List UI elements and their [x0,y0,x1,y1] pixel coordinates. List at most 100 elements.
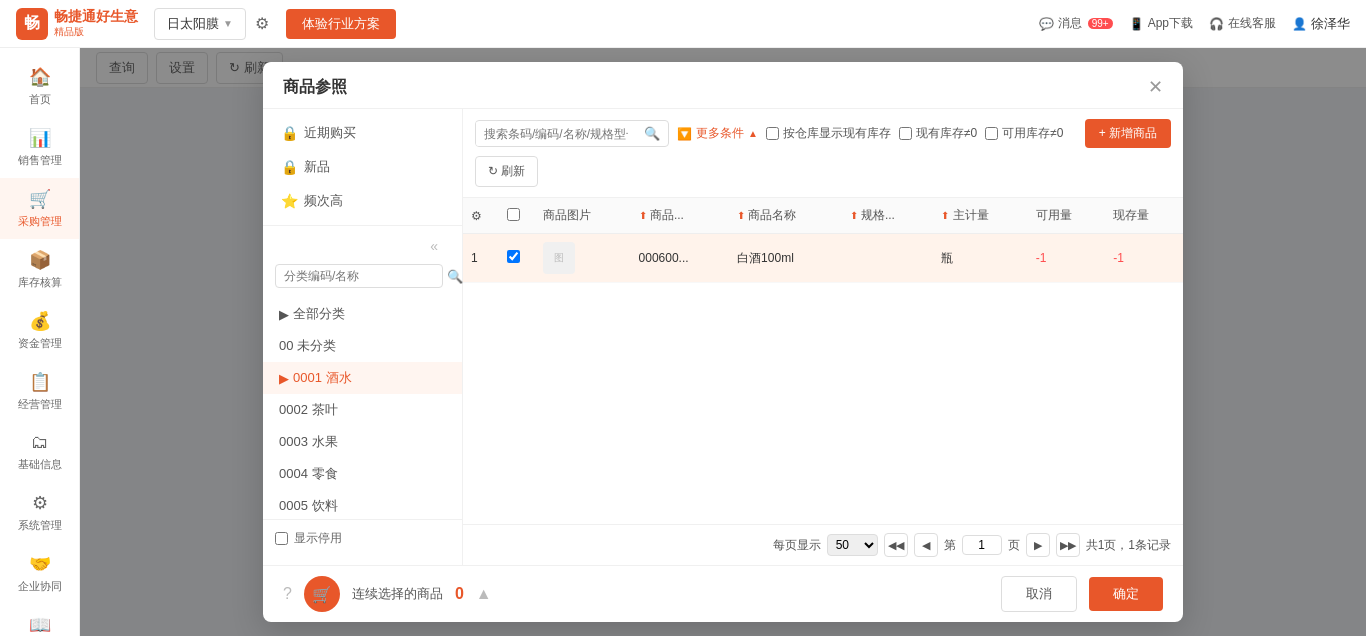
sort-code-icon[interactable]: ⬆ [639,210,647,221]
sidebar-item-finance[interactable]: 💰 资金管理 [0,300,79,361]
left-tab-frequent-label: 频次高 [304,192,343,210]
category-item-0002[interactable]: 0002 茶叶 [263,394,462,426]
category-item-00[interactable]: 00 未分类 [263,330,462,362]
logo-sub: 精品版 [54,25,138,39]
topbar-right: 💬 消息 99+ 📱 App下载 🎧 在线客服 👤 徐泽华 [1039,15,1350,33]
filter-more-button[interactable]: 🔽 更多条件 ▲ [677,125,758,142]
confirm-button[interactable]: 确定 [1089,577,1163,611]
nav-dropdown[interactable]: 日太阳膜 ▼ [154,8,246,40]
purchase-icon: 🛒 [29,188,51,210]
sidebar-item-collab[interactable]: 🤝 企业协同 [0,543,79,604]
page-number-input[interactable] [962,535,1002,555]
collapse-left-button[interactable]: « [422,234,446,258]
refresh-product-button[interactable]: ↻ 刷新 [475,156,538,187]
available-nonzero-checkbox[interactable] [985,127,998,140]
mobile-icon: 📱 [1129,17,1144,31]
row-spec [842,234,934,283]
footer-collapse-icon[interactable]: ▲ [476,585,492,603]
stock-nonzero-label: 现有库存≠0 [916,125,977,142]
pagination: 每页显示 50 10 20 100 ◀◀ ◀ 第 页 [463,524,1183,565]
category-item-all[interactable]: ▶ 全部分类 [263,298,462,330]
sidebar: 🏠 首页 📊 销售管理 🛒 采购管理 📦 库存核算 💰 资金管理 📋 经营管理 … [0,48,80,636]
sidebar-item-operations[interactable]: 📋 经营管理 [0,361,79,422]
sidebar-item-system[interactable]: ⚙ 系统管理 [0,482,79,543]
checkbox-stock-nonzero: 现有库存≠0 [899,125,977,142]
left-divider [263,225,462,226]
guide-icon: 📖 [29,614,51,636]
sidebar-item-sales[interactable]: 📊 销售管理 [0,117,79,178]
left-tab-frequent[interactable]: ⭐ 频次高 [271,185,454,217]
category-list: ▶ 全部分类 00 未分类 ▶ 0001 酒水 0002 茶 [263,294,462,519]
settings-icon[interactable]: ⚙ [246,8,278,40]
logo-icon: 畅 [16,8,48,40]
system-icon: ⚙ [32,492,48,514]
warehouse-checkbox[interactable] [766,127,779,140]
product-search-input[interactable] [476,122,636,146]
col-settings-icon[interactable]: ⚙ [471,209,482,223]
sales-icon: 📊 [29,127,51,149]
sidebar-item-purchase[interactable]: 🛒 采购管理 [0,178,79,239]
col-code: ⬆ 商品... [631,198,730,234]
show-disabled-checkbox[interactable] [275,532,288,545]
add-product-button[interactable]: + 新增商品 [1085,119,1171,148]
category-search-icon[interactable]: 🔍 [447,269,463,284]
message-group[interactable]: 💬 消息 99+ [1039,15,1113,32]
category-item-0001[interactable]: ▶ 0001 酒水 [263,362,462,394]
stock-nonzero-checkbox[interactable] [899,127,912,140]
prev-page-button[interactable]: ◀ [914,533,938,557]
message-badge: 99+ [1088,18,1113,29]
first-page-button[interactable]: ◀◀ [884,533,908,557]
row-checkbox[interactable] [507,250,520,263]
left-tab-recent-label: 近期购买 [304,124,356,142]
cat-00-label: 00 未分类 [279,337,336,355]
experience-button[interactable]: 体验行业方案 [286,9,396,39]
modal-title: 商品参照 [283,77,347,98]
category-item-0005[interactable]: 0005 饮料 [263,490,462,519]
user-group[interactable]: 👤 徐泽华 [1292,15,1350,33]
logo-text: 畅捷通好生意 [54,8,138,25]
help-icon[interactable]: ? [283,585,292,603]
app-download-group[interactable]: 📱 App下载 [1129,15,1193,32]
sidebar-item-guide[interactable]: 📖 新手引导 [0,604,79,636]
collab-icon: 🤝 [29,553,51,575]
per-page-select[interactable]: 50 10 20 100 [827,534,878,556]
customer-service-group[interactable]: 🎧 在线客服 [1209,15,1276,32]
cat-0003-label: 0003 水果 [279,433,338,451]
frequent-icon: ⭐ [281,193,298,209]
cart-button[interactable]: 🛒 [304,576,340,612]
category-item-0003[interactable]: 0003 水果 [263,426,462,458]
select-all-checkbox[interactable] [507,208,520,221]
sort-unit-icon[interactable]: ⬆ [941,210,949,221]
next-page-button[interactable]: ▶ [1026,533,1050,557]
sidebar-item-inventory[interactable]: 📦 库存核算 [0,239,79,300]
sidebar-item-basics[interactable]: 🗂 基础信息 [0,422,79,482]
left-tab-recent[interactable]: 🔒 近期购买 [271,117,454,149]
product-search-icon[interactable]: 🔍 [636,121,668,146]
warehouse-checkbox-label: 按仓库显示现有库存 [783,125,891,142]
product-toolbar: 🔍 🔽 更多条件 ▲ 按仓库显示现有库存 [463,109,1183,198]
basics-icon: 🗂 [31,432,49,453]
table-body: 1 图 000600... 白酒100ml 瓶 [463,234,1183,283]
sidebar-label-purchase: 采购管理 [18,214,62,229]
sort-name-icon[interactable]: ⬆ [737,210,745,221]
filter-icon: 🔽 [677,127,692,141]
left-tabs: 🔒 近期购买 🔒 新品 ⭐ 频次高 [263,117,462,217]
table-row[interactable]: 1 图 000600... 白酒100ml 瓶 [463,234,1183,283]
sort-spec-icon[interactable]: ⬆ [850,210,858,221]
modal-close-button[interactable]: ✕ [1148,76,1163,98]
message-icon: 💬 [1039,17,1054,31]
product-thumbnail: 图 [543,242,575,274]
inventory-icon: 📦 [29,249,51,271]
cat-0005-label: 0005 饮料 [279,497,338,515]
selected-products-label: 连续选择的商品 [352,585,443,603]
category-search-input[interactable] [275,264,443,288]
cat-0001-label: 0001 酒水 [293,369,352,387]
last-page-button[interactable]: ▶▶ [1056,533,1080,557]
sidebar-item-home[interactable]: 🏠 首页 [0,56,79,117]
left-tab-new[interactable]: 🔒 新品 [271,151,454,183]
finance-icon: 💰 [29,310,51,332]
cancel-button[interactable]: 取消 [1001,576,1077,612]
category-item-0004[interactable]: 0004 零食 [263,458,462,490]
product-table-wrapper: ⚙ 商品图片 ⬆ 商品... ⬆ [463,198,1183,524]
col-name: ⬆ 商品名称 [729,198,841,234]
